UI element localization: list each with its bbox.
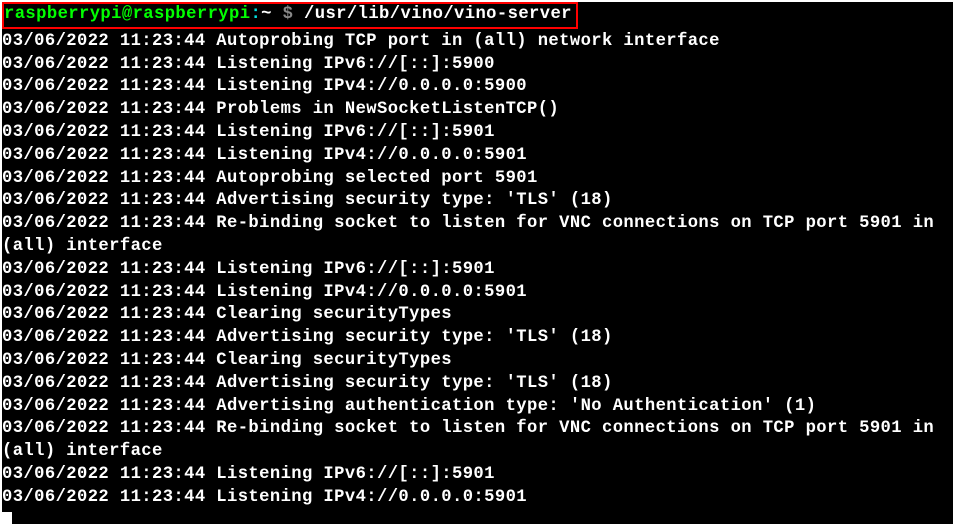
prompt-highlight-box: raspberrypi@raspberrypi:~ $ /usr/lib/vin… — [2, 2, 578, 29]
prompt-separator: : — [250, 5, 261, 24]
cursor — [2, 512, 12, 524]
prompt-user-host: raspberrypi@raspberrypi — [4, 5, 250, 24]
prompt-symbol: $ — [272, 5, 304, 24]
prompt-path: ~ — [261, 5, 272, 24]
terminal-output: 03/06/2022 11:23:44 Autoprobing TCP port… — [2, 31, 953, 510]
prompt-command: /usr/lib/vino/vino-server — [304, 5, 572, 24]
terminal-window[interactable]: raspberrypi@raspberrypi:~ $ /usr/lib/vin… — [2, 2, 953, 524]
